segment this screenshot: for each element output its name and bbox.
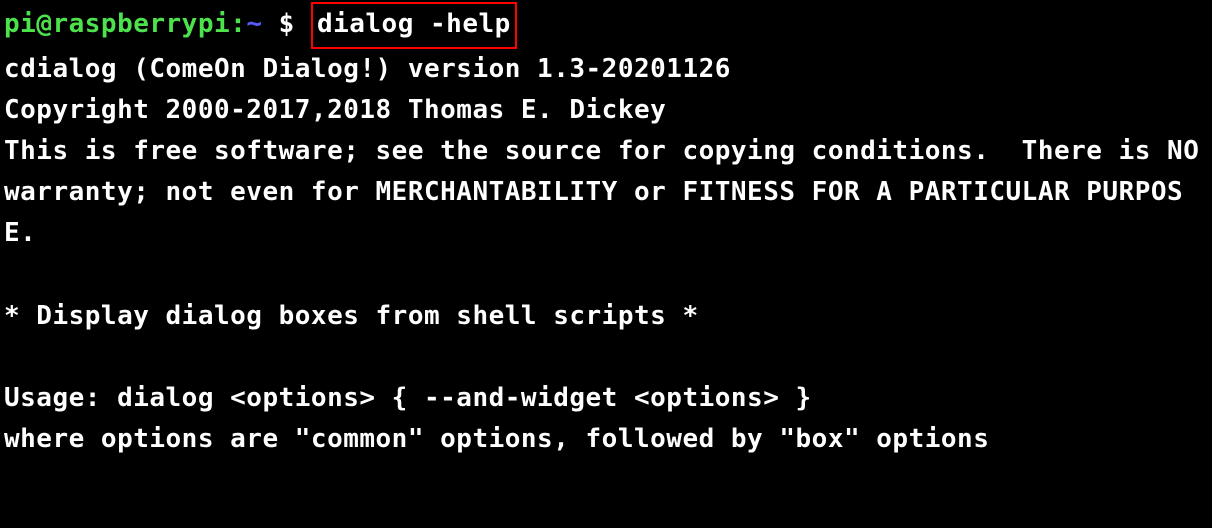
output-line-copyright: Copyright 2000-2017,2018 Thomas E. Dicke… (4, 95, 666, 125)
prompt-user-host: pi@raspberrypi (4, 9, 230, 39)
output-line-usage: Usage: dialog <options> { --and-widget <… (4, 383, 812, 413)
output-line-options: where options are "common" options, foll… (4, 424, 989, 454)
output-line-license1: This is free software; see the source fo… (4, 136, 1199, 166)
output-line-version: cdialog (ComeOn Dialog!) version 1.3-202… (4, 54, 731, 84)
output-line-description: * Display dialog boxes from shell script… (4, 301, 699, 331)
command-highlight: dialog -help (311, 2, 517, 49)
prompt-path: ~ (246, 9, 278, 39)
terminal-window[interactable]: pi@raspberrypi:~ $ dialog -help cdialog … (0, 0, 1212, 462)
output-line-license2: warranty; not even for MERCHANTABILITY o… (4, 177, 1183, 248)
command-text: dialog -help (317, 9, 511, 39)
prompt-colon: : (230, 9, 246, 39)
prompt-dollar: $ (279, 9, 311, 39)
